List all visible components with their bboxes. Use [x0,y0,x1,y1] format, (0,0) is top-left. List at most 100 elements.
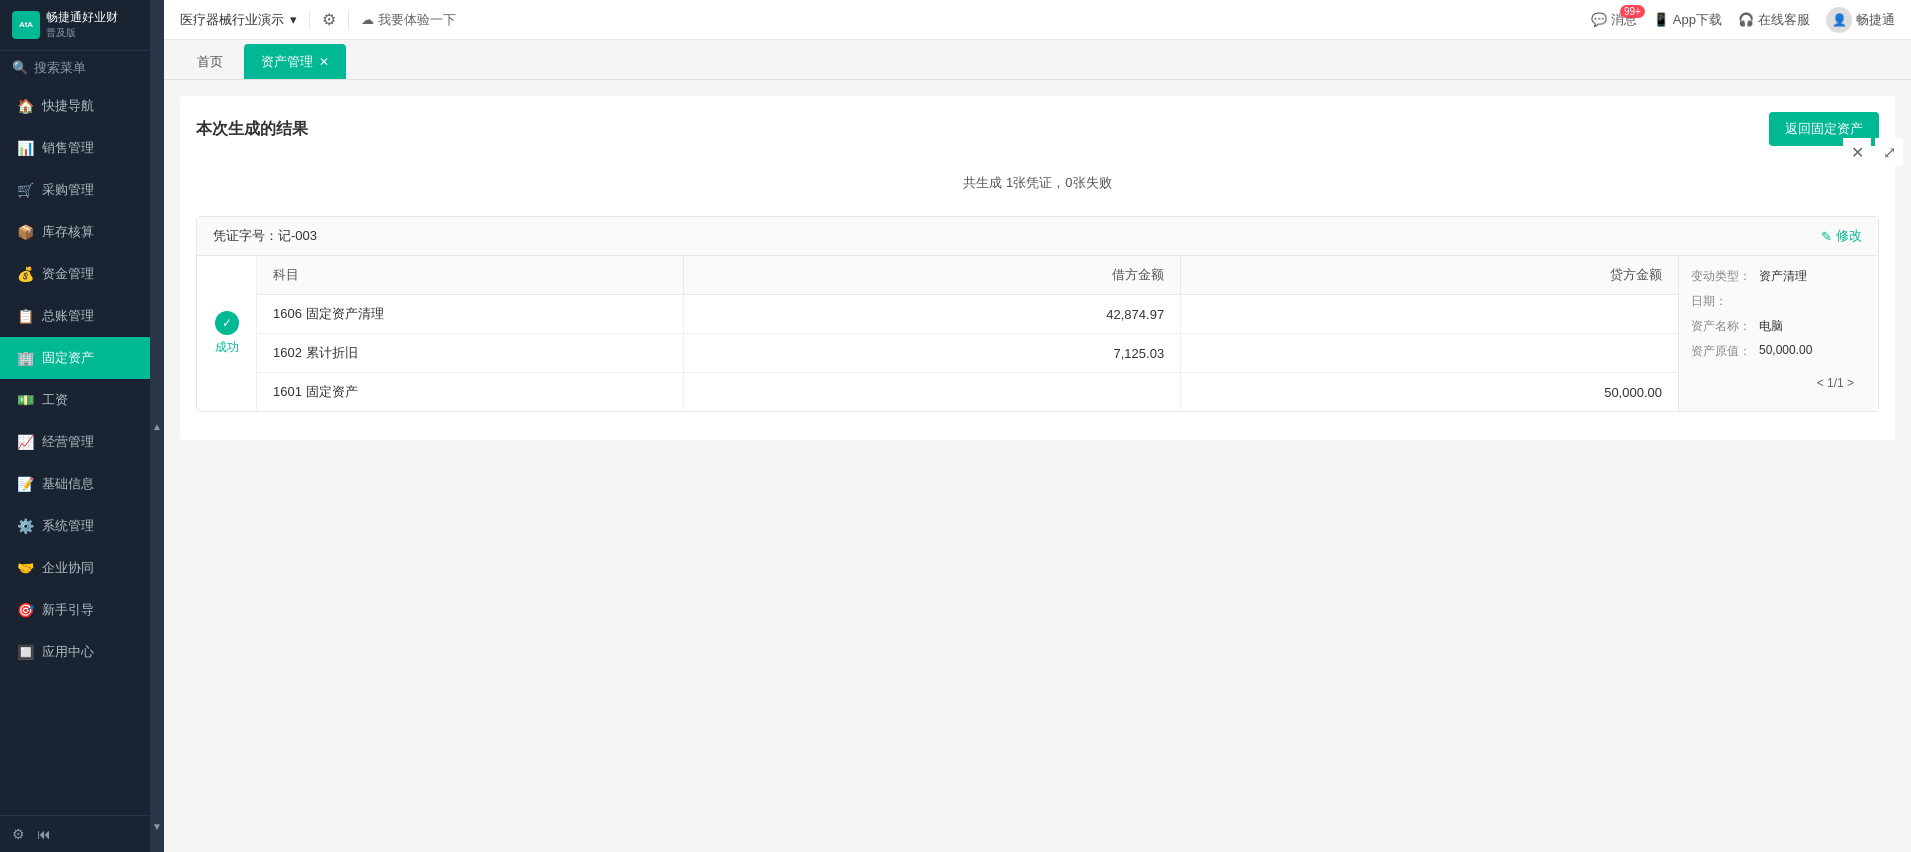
credit-cell-1 [1181,295,1678,334]
edit-button[interactable]: ✎ 修改 [1821,227,1862,245]
company-name: 医疗器械行业演示 [180,11,284,29]
debit-cell-3 [683,373,1180,412]
summary-bar: 共生成 1张凭证，0张失败 [196,162,1879,204]
subject-cell-2[interactable]: 1602 累计折旧 [257,334,683,373]
asset-name-label: 资产名称： [1691,318,1751,335]
pagination[interactable]: < 1/1 > [1691,368,1866,398]
ledger-icon: 📋 [16,307,34,325]
topbar-divider2 [348,10,349,30]
settings-icon[interactable]: ⚙ [322,10,336,29]
sidebar-bottom: ⚙ ⏮ [0,815,150,852]
expand-panel-button[interactable]: ⤢ [1875,138,1903,166]
sidebar-item-fixed-assets[interactable]: 🏢 固定资产 [0,337,150,379]
tab-home[interactable]: 首页 [180,44,240,79]
sidebar-item-system[interactable]: ⚙️ 系统管理 [0,505,150,547]
change-type-label: 变动类型： [1691,268,1751,285]
headset-icon: 🎧 [1738,12,1754,27]
result-panel: 本次生成的结果 返回固定资产 共生成 1张凭证，0张失败 凭证字号：记-003 … [180,96,1895,440]
finance-icon: 💰 [16,265,34,283]
status-text: 成功 [215,339,239,356]
experience-button[interactable]: ☁ 我要体验一下 [361,11,456,29]
date-label: 日期： [1691,293,1727,310]
message-icon: 💬 [1591,12,1607,27]
voucher-content: ✓ 成功 科目 借方金额 贷方金额 [197,256,1878,411]
sidebar-item-quick-nav[interactable]: 🏠 快捷导航 [0,85,150,127]
content-area: ✕ ⤢ 本次生成的结果 返回固定资产 共生成 1张凭证，0张失败 凭证字号：记-… [164,80,1911,852]
asset-value-label: 资产原值： [1691,343,1751,360]
online-service-button[interactable]: 🎧 在线客服 [1738,11,1810,29]
asset-value-value: 50,000.00 [1759,343,1812,360]
sidebar-item-finance[interactable]: 💰 资金管理 [0,253,150,295]
scroll-down-icon: ▼ [152,821,162,832]
sidebar-item-app-center[interactable]: 🔲 应用中心 [0,631,150,673]
status-column: ✓ 成功 [197,256,257,411]
tab-close-icon[interactable]: ✕ [319,55,329,69]
credit-cell-2 [1181,334,1678,373]
debit-cell-2: 7,125.03 [683,334,1180,373]
app-version: 普及版 [46,26,118,40]
topbar: 医疗器械行业演示 ▾ ⚙ ☁ 我要体验一下 💬 消息 99+ 📱 App下载 🎧… [164,0,1911,40]
table-row: 1606 固定资产清理 42,874.97 [257,295,1678,334]
summary-text: 共生成 1张凭证，0张失败 [963,175,1111,190]
main-area: 医疗器械行业演示 ▾ ⚙ ☁ 我要体验一下 💬 消息 99+ 📱 App下载 🎧… [164,0,1911,852]
home-icon: 🏠 [16,97,34,115]
side-detail-asset-name: 资产名称： 电脑 [1691,318,1866,335]
avatar: 👤 [1826,7,1852,33]
edit-icon: ✎ [1821,229,1832,244]
sidebar-item-guide[interactable]: 🎯 新手引导 [0,589,150,631]
operations-icon: 📈 [16,433,34,451]
company-selector[interactable]: 医疗器械行业演示 ▾ [180,11,297,29]
enterprise-icon: 🤝 [16,559,34,577]
asset-name-value: 电脑 [1759,318,1783,335]
sidebar-item-operations[interactable]: 📈 经营管理 [0,421,150,463]
sidebar-item-ledger[interactable]: 📋 总账管理 [0,295,150,337]
panel-header: 本次生成的结果 返回固定资产 [196,112,1879,146]
sidebar-item-basic-info[interactable]: 📝 基础信息 [0,463,150,505]
col-header-debit: 借方金额 [683,256,1180,295]
subject-cell-1[interactable]: 1606 固定资产清理 [257,295,683,334]
company-dropdown-icon: ▾ [290,12,297,27]
logo-icon: AtA [12,11,40,39]
sidebar: AtA 畅捷通好业财 普及版 🔍 搜索菜单 🏠 快捷导航 📊 销售管理 🛒 采购… [0,0,150,852]
close-panel-button[interactable]: ✕ [1843,138,1871,166]
sidebar-item-search[interactable]: 🔍 搜索菜单 [0,51,150,85]
success-icon: ✓ [215,311,239,335]
sidebar-nav: 🏠 快捷导航 📊 销售管理 🛒 采购管理 📦 库存核算 💰 资金管理 📋 总账管… [0,85,150,815]
sidebar-item-payroll[interactable]: 💵 工资 [0,379,150,421]
search-icon: 🔍 [12,60,28,75]
tab-asset-mgmt[interactable]: 资产管理 ✕ [244,44,346,79]
app-download-button[interactable]: 📱 App下载 [1653,11,1722,29]
system-icon: ⚙️ [16,517,34,535]
messages-button[interactable]: 💬 消息 99+ [1591,11,1637,29]
col-header-subject: 科目 [257,256,683,295]
sidebar-item-sales[interactable]: 📊 销售管理 [0,127,150,169]
sidebar-item-enterprise[interactable]: 🤝 企业协同 [0,547,150,589]
tabbar: 首页 资产管理 ✕ [164,40,1911,80]
voucher-header: 凭证字号：记-003 ✎ 修改 [197,217,1878,256]
app-logo: AtA 畅捷通好业财 普及版 [0,0,150,51]
page-title: 本次生成的结果 [196,119,308,140]
topbar-divider [309,10,310,30]
messages-badge: 99+ [1620,5,1645,18]
side-detail-change-type: 变动类型： 资产清理 [1691,268,1866,285]
side-detail-panel: 变动类型： 资产清理 日期： 资产名称： 电脑 资产原值： [1678,256,1878,411]
basic-info-icon: 📝 [16,475,34,493]
voucher-number: 凭证字号：记-003 [213,227,317,245]
subject-cell-3[interactable]: 1601 固定资产 [257,373,683,412]
scroll-up-icon: ▲ [152,421,162,432]
topbar-right: 💬 消息 99+ 📱 App下载 🎧 在线客服 👤 畅捷通 [1591,7,1895,33]
table-row: 1601 固定资产 50,000.00 [257,373,1678,412]
table-row: 1602 累计折旧 7,125.03 [257,334,1678,373]
sidebar-scrollbar[interactable]: ▲ ▼ [150,0,164,852]
sidebar-item-inventory[interactable]: 📦 库存核算 [0,211,150,253]
table-wrapper: 科目 借方金额 贷方金额 1606 固定资产清理 42,874.97 [257,256,1678,411]
side-detail-date: 日期： [1691,293,1866,310]
credit-cell-3: 50,000.00 [1181,373,1678,412]
settings-bottom-icon[interactable]: ⚙ [12,826,25,842]
payroll-icon: 💵 [16,391,34,409]
collapse-icon[interactable]: ⏮ [37,826,51,842]
panel-controls: ✕ ⤢ [1843,138,1903,166]
guide-icon: 🎯 [16,601,34,619]
sidebar-item-purchase[interactable]: 🛒 采购管理 [0,169,150,211]
user-menu[interactable]: 👤 畅捷通 [1826,7,1895,33]
